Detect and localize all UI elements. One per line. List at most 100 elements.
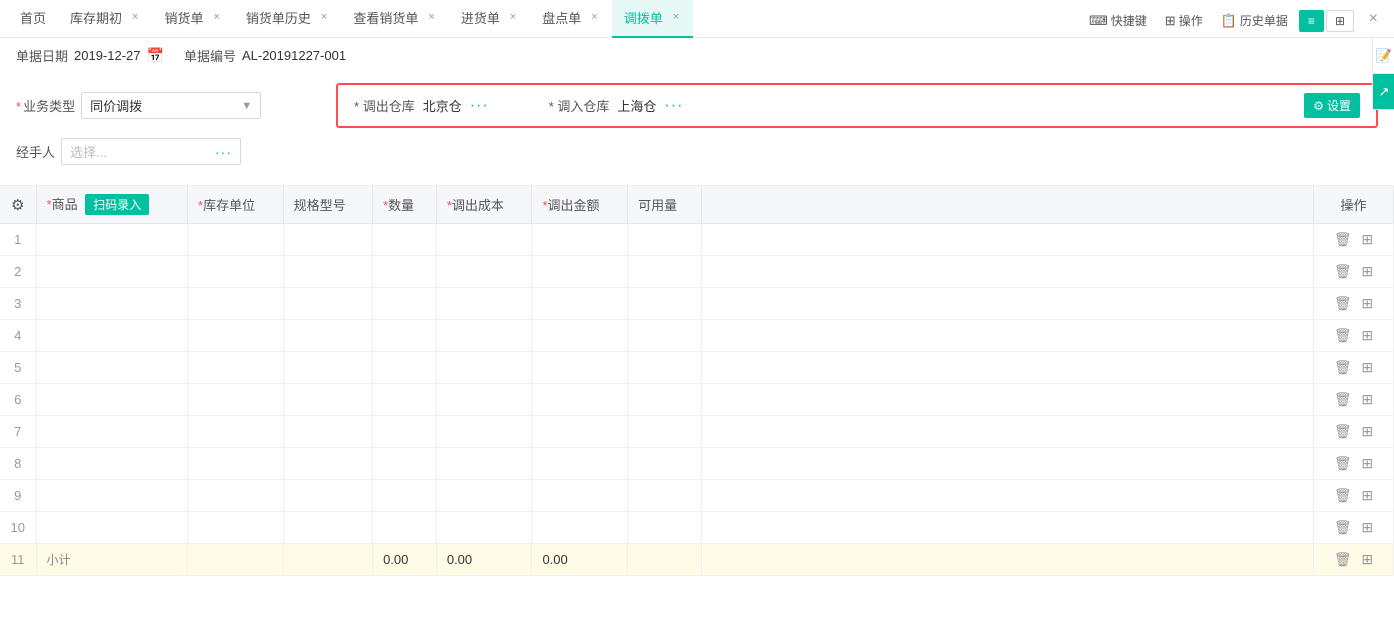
tab-stocktake-close[interactable]: × <box>589 11 599 24</box>
delete-icon-5[interactable]: 🗑 <box>1334 359 1352 375</box>
amount-cell-9[interactable] <box>532 480 628 512</box>
window-close-button[interactable]: × <box>1361 6 1386 32</box>
warehouse-out-more[interactable]: ··· <box>470 97 489 115</box>
amount-cell-10[interactable] <box>532 512 628 544</box>
delete-icon-11[interactable]: 🗑 <box>1334 551 1352 567</box>
handler-select[interactable]: 选择... ··· <box>61 138 241 165</box>
grid-view-button[interactable]: ⊞ <box>1326 10 1354 32</box>
history-button[interactable]: 📋 历史单据 <box>1214 8 1295 33</box>
cost-cell-5[interactable] <box>436 352 532 384</box>
qty-cell-10[interactable] <box>373 512 437 544</box>
warehouse-in-more[interactable]: ··· <box>664 97 683 115</box>
copy-icon-6[interactable]: ⊞ <box>1361 391 1373 407</box>
delete-icon-1[interactable]: 🗑 <box>1334 231 1352 247</box>
tab-transfer[interactable]: 调拨单 × <box>612 0 693 38</box>
amount-cell-4[interactable] <box>532 320 628 352</box>
tab-sales[interactable]: 销货单 × <box>152 0 233 38</box>
tab-sales-history-close[interactable]: × <box>319 11 329 24</box>
cost-cell-2[interactable] <box>436 256 532 288</box>
cost-cell-6[interactable] <box>436 384 532 416</box>
qty-cell-3[interactable] <box>373 288 437 320</box>
goods-cell-5[interactable] <box>36 352 188 384</box>
amount-cell-2[interactable] <box>532 256 628 288</box>
goods-cell-2[interactable] <box>36 256 188 288</box>
copy-icon-10[interactable]: ⊞ <box>1361 519 1373 535</box>
goods-cell-9[interactable] <box>36 480 188 512</box>
operate-button[interactable]: ⊞ 操作 <box>1158 8 1210 33</box>
copy-icon-4[interactable]: ⊞ <box>1361 327 1373 343</box>
delete-icon-2[interactable]: 🗑 <box>1334 263 1352 279</box>
copy-icon-8[interactable]: ⊞ <box>1361 455 1373 471</box>
tab-inventory-init-close[interactable]: × <box>130 11 140 24</box>
amount-cell-3[interactable] <box>532 288 628 320</box>
goods-cell-4[interactable] <box>36 320 188 352</box>
biz-type-select[interactable]: 同价调拨 ▼ <box>81 92 261 119</box>
copy-icon-3[interactable]: ⊞ <box>1361 295 1373 311</box>
cost-cell-1[interactable] <box>436 224 532 256</box>
qty-cell-9[interactable] <box>373 480 437 512</box>
cost-cell-9[interactable] <box>436 480 532 512</box>
amount-cell-7[interactable] <box>532 416 628 448</box>
doc-date-label: 单据日期 <box>16 46 68 65</box>
goods-cell-3[interactable] <box>36 288 188 320</box>
goods-cell-1[interactable] <box>36 224 188 256</box>
delete-icon-8[interactable]: 🗑 <box>1334 455 1352 471</box>
cost-cell-3[interactable] <box>436 288 532 320</box>
unit-cell-7 <box>188 416 284 448</box>
amount-cell-8[interactable] <box>532 448 628 480</box>
scan-button[interactable]: 扫码录入 <box>85 194 149 215</box>
tab-sales-close[interactable]: × <box>211 11 221 24</box>
delete-icon-4[interactable]: 🗑 <box>1334 327 1352 343</box>
delete-icon-9[interactable]: 🗑 <box>1334 487 1352 503</box>
qty-cell-4[interactable] <box>373 320 437 352</box>
goods-cell-7[interactable] <box>36 416 188 448</box>
amount-cell-1[interactable] <box>532 224 628 256</box>
col-cost-header: *调出成本 <box>436 186 532 224</box>
doc-date-value: 2019-12-27 <box>74 48 141 63</box>
cost-cell-10[interactable] <box>436 512 532 544</box>
delete-icon-6[interactable]: 🗑 <box>1334 391 1352 407</box>
sidebar-expand-icon[interactable]: ↗ <box>1373 74 1394 110</box>
copy-icon-9[interactable]: ⊞ <box>1361 487 1373 503</box>
settings-button[interactable]: ⚙ 设置 <box>1304 93 1360 118</box>
tab-transfer-close[interactable]: × <box>671 11 681 24</box>
tab-purchase-close[interactable]: × <box>508 11 518 24</box>
qty-cell-1[interactable] <box>373 224 437 256</box>
delete-icon-10[interactable]: 🗑 <box>1334 519 1352 535</box>
list-view-button[interactable]: ≡ <box>1299 10 1324 32</box>
available-cell-1 <box>628 224 702 256</box>
delete-icon-7[interactable]: 🗑 <box>1334 423 1352 439</box>
qty-cell-6[interactable] <box>373 384 437 416</box>
tab-purchase[interactable]: 进货单 × <box>449 0 530 38</box>
qty-cell-7[interactable] <box>373 416 437 448</box>
qty-cell-2[interactable] <box>373 256 437 288</box>
goods-cell-8[interactable] <box>36 448 188 480</box>
qty-cell-8[interactable] <box>373 448 437 480</box>
copy-icon-1[interactable]: ⊞ <box>1361 231 1373 247</box>
amount-cell-6[interactable] <box>532 384 628 416</box>
qty-cell-5[interactable] <box>373 352 437 384</box>
tab-stocktake[interactable]: 盘点单 × <box>530 0 611 38</box>
tab-view-sales[interactable]: 查看销货单 × <box>341 0 448 38</box>
amount-cell-5[interactable] <box>532 352 628 384</box>
calendar-icon[interactable]: 📅 <box>147 47 164 64</box>
table-settings-icon[interactable]: ⚙ <box>11 197 24 214</box>
sidebar-note-icon[interactable]: 📝 <box>1373 38 1394 74</box>
tab-sales-history[interactable]: 销货单历史 × <box>234 0 341 38</box>
copy-icon-11[interactable]: ⊞ <box>1361 551 1373 567</box>
copy-icon-7[interactable]: ⊞ <box>1361 423 1373 439</box>
copy-icon-2[interactable]: ⊞ <box>1361 263 1373 279</box>
tab-view-sales-close[interactable]: × <box>426 11 436 24</box>
cost-cell-7[interactable] <box>436 416 532 448</box>
shortcut-button[interactable]: ⌨ 快捷键 <box>1082 8 1154 33</box>
tab-purchase-label: 进货单 <box>461 8 500 27</box>
handler-more-icon[interactable]: ··· <box>215 144 232 160</box>
delete-icon-3[interactable]: 🗑 <box>1334 295 1352 311</box>
goods-cell-10[interactable] <box>36 512 188 544</box>
tab-home[interactable]: 首页 <box>8 0 58 38</box>
copy-icon-5[interactable]: ⊞ <box>1361 359 1373 375</box>
cost-cell-8[interactable] <box>436 448 532 480</box>
cost-cell-4[interactable] <box>436 320 532 352</box>
tab-inventory-init[interactable]: 库存期初 × <box>58 0 152 38</box>
goods-cell-6[interactable] <box>36 384 188 416</box>
